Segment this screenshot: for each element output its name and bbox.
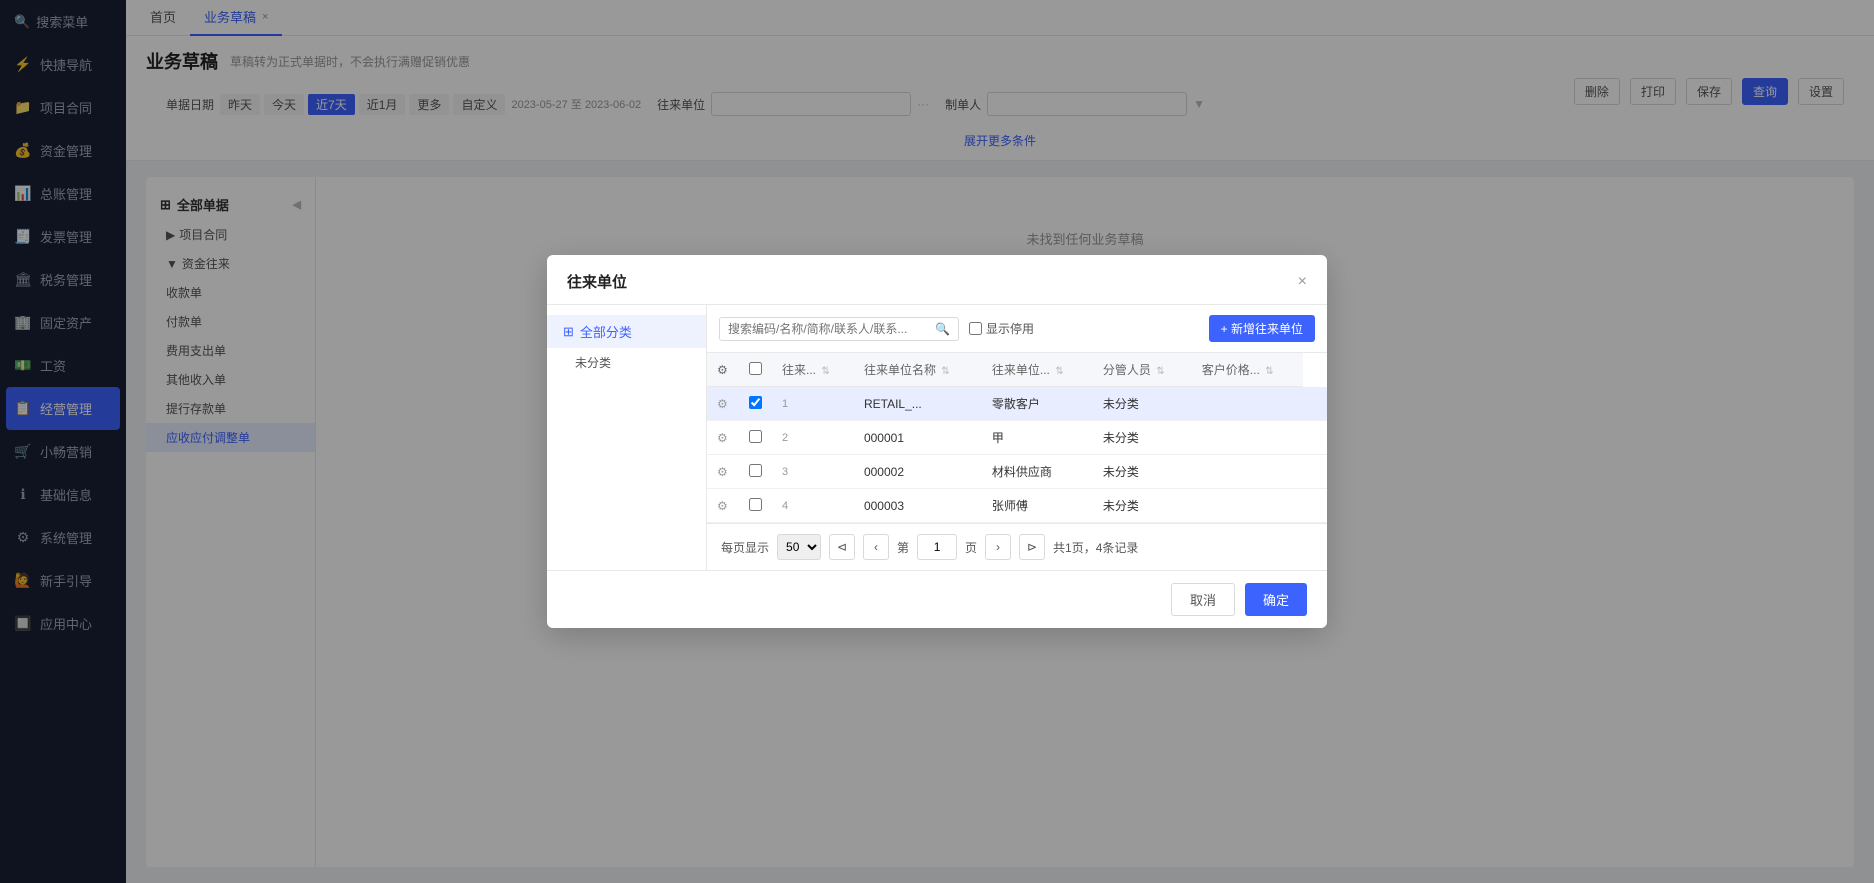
row-settings: ⚙ [707,421,739,455]
current-page-input[interactable] [917,534,957,560]
row-manager [1192,421,1303,455]
row-settings: ⚙ [707,387,739,421]
row-settings: ⚙ [707,455,739,489]
row-price [1303,421,1327,455]
th-manager: 分管人员 ⇅ [1093,353,1192,387]
row-num: 1 [772,387,854,421]
prev-page-button[interactable]: ‹ [863,534,889,560]
last-page-button[interactable]: ⊳ [1019,534,1045,560]
row-num: 4 [772,489,854,523]
all-category-item[interactable]: ⊞ 全部分类 [547,315,706,348]
counterparty-table: ⚙ 往来... ⇅ 往来单位名称 ⇅ 往来单位... ⇅ 分管人员 ⇅ 客户价格… [707,353,1327,523]
dialog-counterparty: 往来单位 × ⊞ 全部分类 未分类 🔍 [547,255,1327,628]
row-settings: ⚙ [707,489,739,523]
table-row[interactable]: ⚙ 1 RETAIL_... 零散客户 未分类 [707,387,1327,421]
row-manager [1192,489,1303,523]
search-icon: 🔍 [935,322,950,336]
row-code: 000002 [854,455,982,489]
add-counterparty-button[interactable]: + 新增往来单位 [1209,315,1315,342]
modal-overlay[interactable]: 往来单位 × ⊞ 全部分类 未分类 🔍 [0,0,1874,883]
row-price [1303,489,1327,523]
row-code: 000003 [854,489,982,523]
row-price [1303,455,1327,489]
dialog-toolbar: 🔍 显示停用 + 新增往来单位 [707,305,1327,353]
confirm-button[interactable]: 确定 [1245,583,1307,616]
search-input[interactable] [728,322,929,336]
row-name: 张师傅 [982,489,1093,523]
row-checkbox[interactable] [739,421,772,455]
row-manager [1192,387,1303,421]
uncategorized-item[interactable]: 未分类 [547,348,706,377]
row-price [1303,387,1327,421]
total-text: 共1页，4条记录 [1053,539,1138,556]
grid-icon-small: ⊞ [563,324,574,340]
row-checkbox[interactable] [739,489,772,523]
th-category: 往来单位... ⇅ [982,353,1093,387]
dialog-footer: 取消 确定 [547,570,1327,628]
row-checkbox[interactable] [739,455,772,489]
table-row[interactable]: ⚙ 4 000003 张师傅 未分类 [707,489,1327,523]
row-manager [1192,455,1303,489]
cancel-button[interactable]: 取消 [1171,583,1235,616]
th-code: 往来... ⇅ [772,353,854,387]
page-label-pre: 第 [897,539,909,556]
row-code: RETAIL_... [854,387,982,421]
per-page-select[interactable]: 50 [777,534,821,560]
row-category: 未分类 [1093,455,1192,489]
per-page-label: 每页显示 [721,539,769,556]
page-label-post: 页 [965,539,977,556]
show-disabled-checkbox[interactable] [969,322,982,335]
row-category: 未分类 [1093,387,1192,421]
dialog-left-panel: ⊞ 全部分类 未分类 [547,305,707,570]
th-settings: ⚙ [707,353,739,387]
dialog-header: 往来单位 × [547,255,1327,305]
row-code: 000001 [854,421,982,455]
th-name: 往来单位名称 ⇅ [854,353,982,387]
dialog-pagination: 每页显示 50 ⊲ ‹ 第 页 › ⊳ 共1页，4条记录 [707,523,1327,570]
row-category: 未分类 [1093,421,1192,455]
search-box[interactable]: 🔍 [719,317,959,341]
row-name: 甲 [982,421,1093,455]
row-checkbox[interactable] [739,387,772,421]
row-num: 2 [772,421,854,455]
row-name: 零散客户 [982,387,1093,421]
table-row[interactable]: ⚙ 3 000002 材料供应商 未分类 [707,455,1327,489]
th-price: 客户价格... ⇅ [1192,353,1303,387]
dialog-body: ⊞ 全部分类 未分类 🔍 显示停用 + 新增往来单位 [547,305,1327,570]
next-page-button[interactable]: › [985,534,1011,560]
close-button[interactable]: × [1298,273,1307,291]
row-category: 未分类 [1093,489,1192,523]
row-num: 3 [772,455,854,489]
select-all-checkbox[interactable] [749,362,762,375]
dialog-table: ⚙ 往来... ⇅ 往来单位名称 ⇅ 往来单位... ⇅ 分管人员 ⇅ 客户价格… [707,353,1327,523]
th-checkbox [739,353,772,387]
dialog-title: 往来单位 [567,271,627,292]
dialog-right-panel: 🔍 显示停用 + 新增往来单位 ⚙ [707,305,1327,570]
first-page-button[interactable]: ⊲ [829,534,855,560]
show-disabled-toggle[interactable]: 显示停用 [969,320,1034,337]
table-row[interactable]: ⚙ 2 000001 甲 未分类 [707,421,1327,455]
row-name: 材料供应商 [982,455,1093,489]
